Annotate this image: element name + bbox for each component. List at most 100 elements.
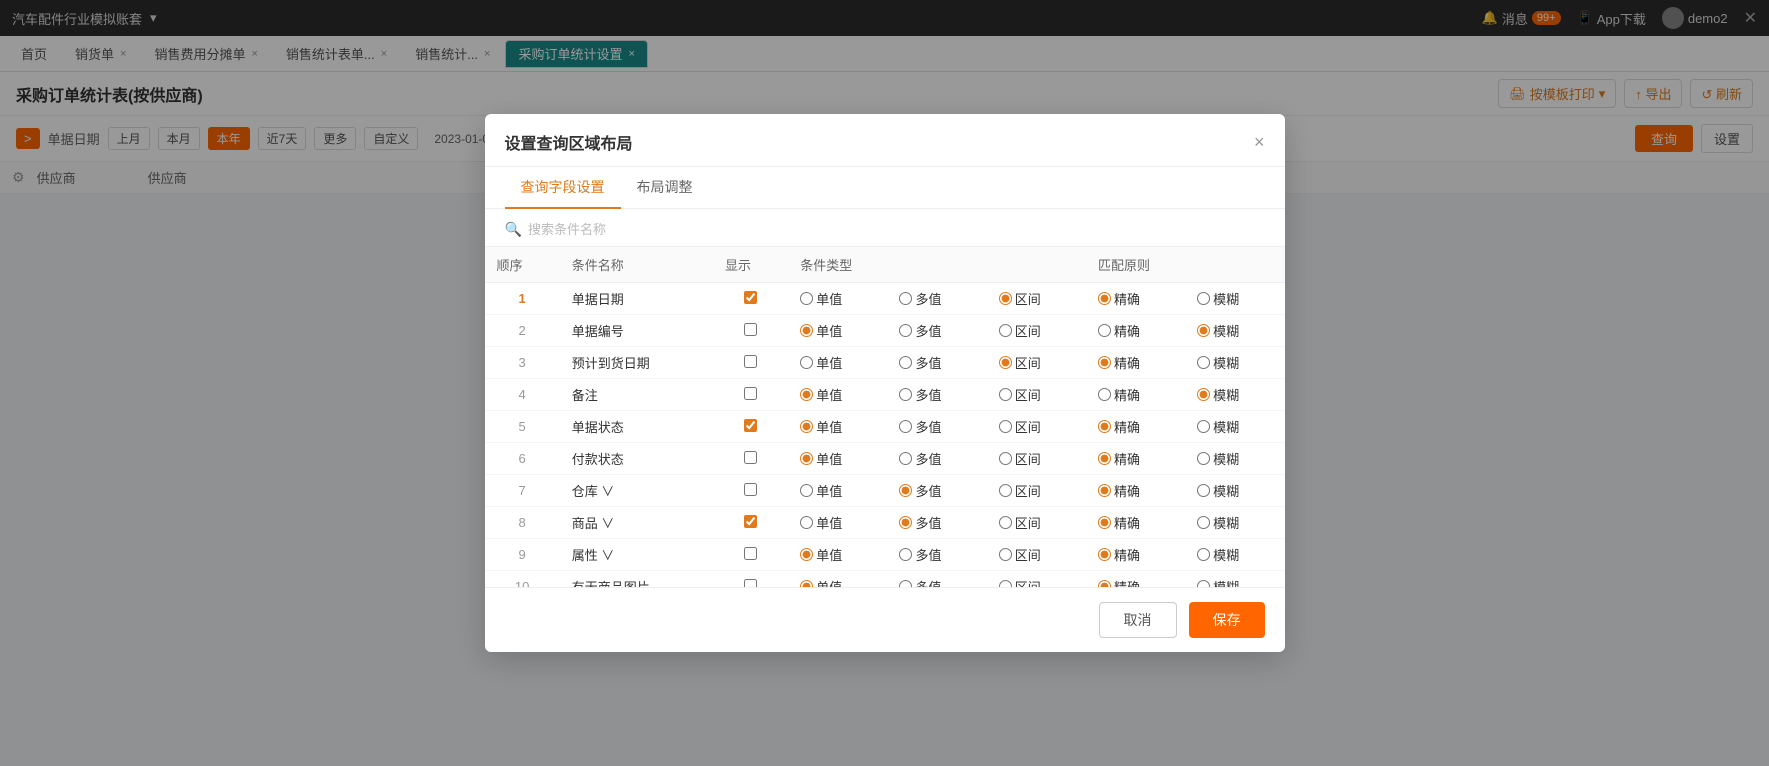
radio-match_5-fuzzy[interactable]: 模糊 [1197,449,1272,468]
row-type-single[interactable]: 单值 [788,283,887,315]
row-match-exact[interactable]: 精确 [1086,283,1185,315]
radio-input-single[interactable] [800,484,813,497]
save-button[interactable]: 保存 [1189,602,1265,638]
radio-input-fuzzy[interactable] [1197,388,1210,401]
radio-input-range[interactable] [999,580,1012,587]
radio-type_0-single[interactable]: 单值 [800,289,875,308]
row-type-single[interactable]: 单值 [788,507,887,539]
radio-match_3-fuzzy[interactable]: 模糊 [1197,385,1272,404]
radio-match_8-fuzzy[interactable]: 模糊 [1197,545,1272,564]
row-type-multi[interactable]: 多值 [887,507,986,539]
tab-layout-adjust[interactable]: 布局调整 [621,167,709,209]
radio-type_4-multi[interactable]: 多值 [899,417,974,436]
row-display[interactable] [713,571,788,588]
display-checkbox[interactable] [744,579,757,588]
row-match-fuzzy[interactable]: 模糊 [1185,571,1284,588]
row-type-single[interactable]: 单值 [788,411,887,443]
row-match-exact[interactable]: 精确 [1086,443,1185,475]
radio-match_8-exact[interactable]: 精确 [1098,545,1173,564]
row-display[interactable] [713,283,788,315]
row-match-exact[interactable]: 精确 [1086,347,1185,379]
radio-input-single[interactable] [800,388,813,401]
radio-input-range[interactable] [999,484,1012,497]
row-display[interactable] [713,379,788,411]
row-type-single[interactable]: 单值 [788,379,887,411]
row-type-single[interactable]: 单值 [788,315,887,347]
row-type-multi[interactable]: 多值 [887,347,986,379]
row-type-multi[interactable]: 多值 [887,379,986,411]
display-checkbox[interactable] [744,323,757,336]
radio-input-exact[interactable] [1098,420,1111,433]
row-display[interactable] [713,347,788,379]
radio-input-exact[interactable] [1098,548,1111,561]
display-checkbox[interactable] [744,419,757,432]
radio-input-fuzzy[interactable] [1197,420,1210,433]
row-match-exact[interactable]: 精确 [1086,379,1185,411]
display-checkbox[interactable] [744,291,757,304]
radio-input-multi[interactable] [899,516,912,529]
radio-match_0-fuzzy[interactable]: 模糊 [1197,289,1272,308]
radio-type_2-multi[interactable]: 多值 [899,353,974,372]
row-type-range[interactable]: 区间 [987,475,1086,507]
radio-type_1-multi[interactable]: 多值 [899,321,974,340]
radio-input-fuzzy[interactable] [1197,356,1210,369]
radio-type_5-single[interactable]: 单值 [800,449,875,468]
radio-input-single[interactable] [800,324,813,337]
radio-input-exact[interactable] [1098,516,1111,529]
radio-input-multi[interactable] [899,484,912,497]
radio-type_1-range[interactable]: 区间 [999,321,1074,340]
radio-input-range[interactable] [999,452,1012,465]
display-checkbox[interactable] [744,387,757,400]
radio-input-multi[interactable] [899,292,912,305]
row-match-exact[interactable]: 精确 [1086,507,1185,539]
radio-type_0-multi[interactable]: 多值 [899,289,974,308]
radio-type_9-range[interactable]: 区间 [999,577,1074,587]
radio-type_1-single[interactable]: 单值 [800,321,875,340]
radio-type_8-range[interactable]: 区间 [999,545,1074,564]
row-type-range[interactable]: 区间 [987,315,1086,347]
row-type-range[interactable]: 区间 [987,507,1086,539]
radio-input-multi[interactable] [899,356,912,369]
row-type-range[interactable]: 区间 [987,411,1086,443]
row-type-multi[interactable]: 多值 [887,315,986,347]
radio-input-multi[interactable] [899,388,912,401]
radio-input-single[interactable] [800,548,813,561]
row-match-exact[interactable]: 精确 [1086,411,1185,443]
radio-input-multi[interactable] [899,580,912,587]
radio-input-exact[interactable] [1098,292,1111,305]
radio-type_6-multi[interactable]: 多值 [899,481,974,500]
row-display[interactable] [713,315,788,347]
radio-input-fuzzy[interactable] [1197,580,1210,587]
radio-type_9-single[interactable]: 单值 [800,577,875,587]
row-display[interactable] [713,539,788,571]
radio-input-exact[interactable] [1098,452,1111,465]
row-match-exact[interactable]: 精确 [1086,475,1185,507]
row-display[interactable] [713,411,788,443]
radio-input-range[interactable] [999,324,1012,337]
radio-type_6-range[interactable]: 区间 [999,481,1074,500]
radio-type_4-range[interactable]: 区间 [999,417,1074,436]
row-match-fuzzy[interactable]: 模糊 [1185,379,1284,411]
radio-input-range[interactable] [999,292,1012,305]
radio-input-fuzzy[interactable] [1197,452,1210,465]
modal-search-input[interactable] [528,222,728,237]
modal-close-button[interactable]: × [1254,132,1265,153]
row-type-range[interactable]: 区间 [987,571,1086,588]
radio-match_9-fuzzy[interactable]: 模糊 [1197,577,1272,587]
row-type-single[interactable]: 单值 [788,443,887,475]
radio-match_5-exact[interactable]: 精确 [1098,449,1173,468]
row-match-fuzzy[interactable]: 模糊 [1185,347,1284,379]
row-type-single[interactable]: 单值 [788,347,887,379]
row-type-range[interactable]: 区间 [987,443,1086,475]
row-type-multi[interactable]: 多值 [887,411,986,443]
radio-input-single[interactable] [800,452,813,465]
radio-input-range[interactable] [999,356,1012,369]
radio-input-range[interactable] [999,548,1012,561]
radio-input-fuzzy[interactable] [1197,292,1210,305]
radio-input-range[interactable] [999,516,1012,529]
radio-match_6-exact[interactable]: 精确 [1098,481,1173,500]
radio-type_7-single[interactable]: 单值 [800,513,875,532]
tab-query-settings[interactable]: 查询字段设置 [505,167,621,209]
radio-type_0-range[interactable]: 区间 [999,289,1074,308]
radio-input-single[interactable] [800,420,813,433]
